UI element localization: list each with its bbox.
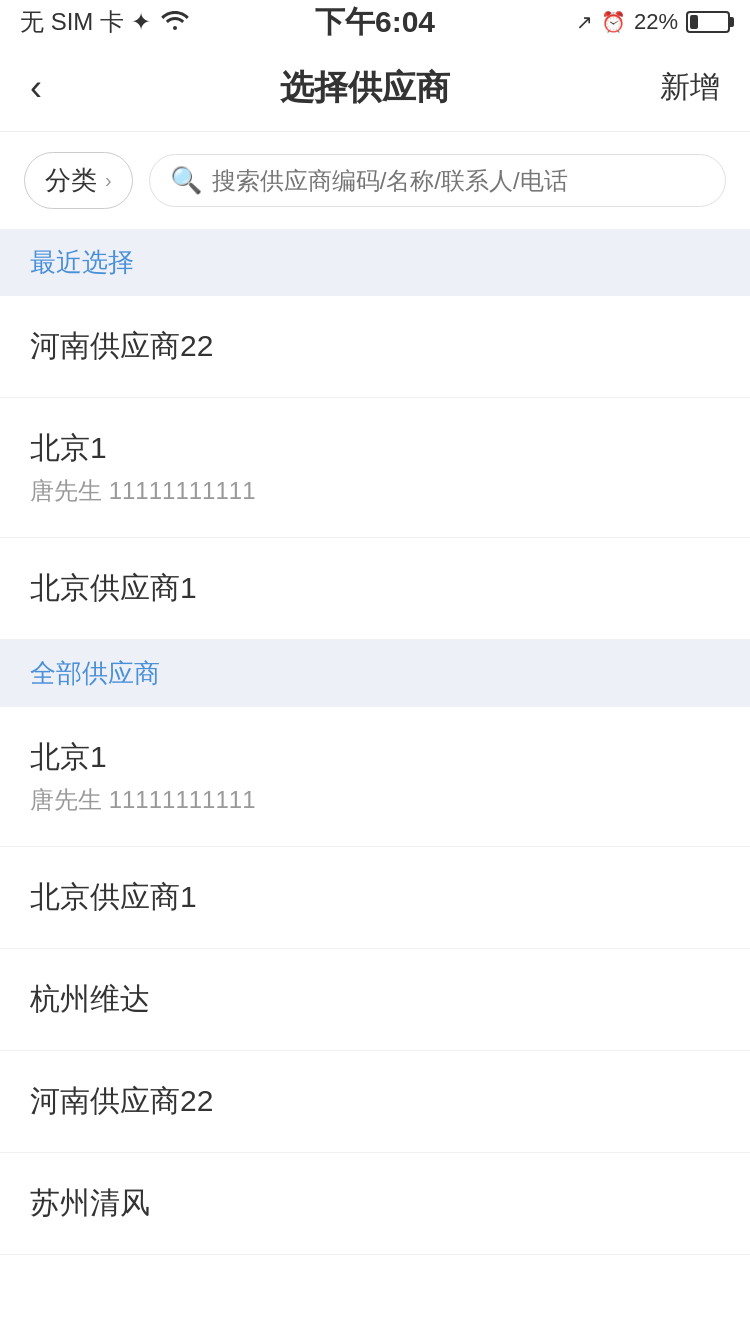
filter-bar: 分类 › 🔍 bbox=[0, 132, 750, 229]
status-right: ↗ ⏰ 22% bbox=[576, 9, 730, 35]
page-title: 选择供应商 bbox=[280, 65, 450, 111]
item-name: 河南供应商22 bbox=[30, 326, 720, 367]
all-list-item[interactable]: 北京供应商1 bbox=[0, 847, 750, 949]
category-filter-button[interactable]: 分类 › bbox=[24, 152, 133, 209]
search-box[interactable]: 🔍 bbox=[149, 154, 726, 207]
recent-list-item[interactable]: 北京供应商1 bbox=[0, 538, 750, 640]
all-section-label: 全部供应商 bbox=[30, 658, 160, 688]
item-name: 北京供应商1 bbox=[30, 877, 720, 918]
all-list-item[interactable]: 北京1 唐先生 11111111111 bbox=[0, 707, 750, 847]
category-label: 分类 bbox=[45, 163, 97, 198]
recent-list-item[interactable]: 北京1 唐先生 11111111111 bbox=[0, 398, 750, 538]
recent-list: 河南供应商22 北京1 唐先生 11111111111 北京供应商1 bbox=[0, 296, 750, 640]
all-list: 北京1 唐先生 11111111111 北京供应商1 杭州维达河南供应商22 苏州清风 bbox=[0, 707, 750, 1255]
wifi-icon bbox=[161, 8, 189, 36]
location-arrow-icon: ↗ bbox=[576, 10, 593, 34]
item-name: 北京1 bbox=[30, 737, 720, 778]
back-button[interactable]: ‹ bbox=[30, 67, 90, 109]
recent-section-label: 最近选择 bbox=[30, 247, 134, 277]
nav-bar: ‹ 选择供应商 新增 bbox=[0, 44, 750, 132]
item-sub: 唐先生 11111111111 bbox=[30, 475, 720, 507]
status-bar: 无 SIM 卡 ✦ 下午6:04 ↗ ⏰ 22% bbox=[0, 0, 750, 44]
item-name: 杭州维达 bbox=[30, 979, 720, 1020]
battery-icon bbox=[686, 11, 730, 33]
alarm-icon: ⏰ bbox=[601, 10, 626, 34]
category-arrow-icon: › bbox=[105, 169, 112, 192]
item-name: 苏州清风 bbox=[30, 1183, 720, 1224]
battery-percent: 22% bbox=[634, 9, 678, 35]
all-list-item[interactable]: 苏州清风 bbox=[0, 1153, 750, 1255]
recent-section-header: 最近选择 bbox=[0, 229, 750, 296]
search-input[interactable] bbox=[212, 167, 705, 195]
no-sim-label: 无 SIM 卡 ✦ bbox=[20, 6, 151, 38]
item-name: 北京1 bbox=[30, 428, 720, 469]
item-name: 北京供应商1 bbox=[30, 568, 720, 609]
item-sub: 唐先生 11111111111 bbox=[30, 784, 720, 816]
search-icon: 🔍 bbox=[170, 165, 202, 196]
new-add-button[interactable]: 新增 bbox=[640, 67, 720, 108]
all-list-item[interactable]: 杭州维达 bbox=[0, 949, 750, 1051]
all-section-header: 全部供应商 bbox=[0, 640, 750, 707]
status-time: 下午6:04 bbox=[315, 2, 435, 43]
all-list-item[interactable]: 河南供应商22 bbox=[0, 1051, 750, 1153]
recent-list-item[interactable]: 河南供应商22 bbox=[0, 296, 750, 398]
status-left: 无 SIM 卡 ✦ bbox=[20, 6, 189, 38]
item-name: 河南供应商22 bbox=[30, 1081, 720, 1122]
